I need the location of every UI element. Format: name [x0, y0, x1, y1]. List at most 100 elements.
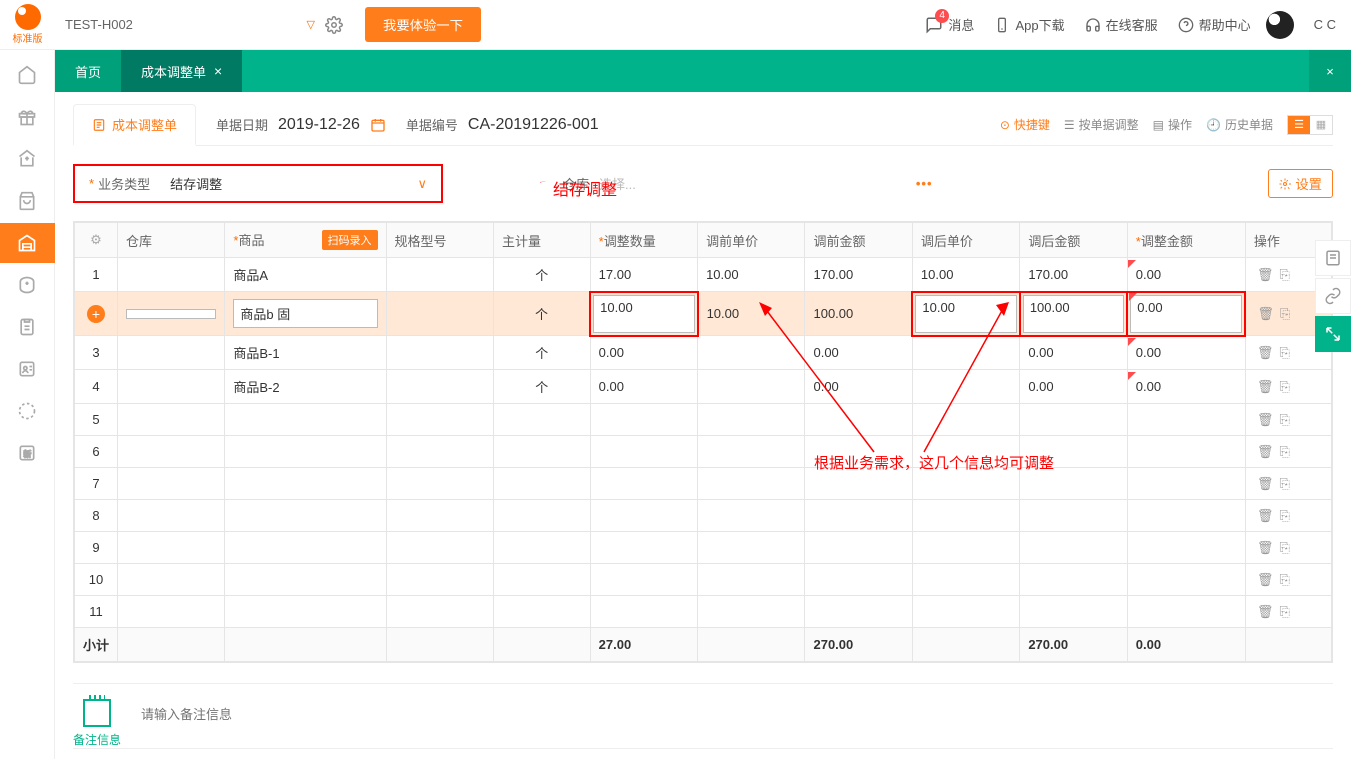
close-tab-icon[interactable]: ×: [214, 63, 222, 79]
doc-title-tab[interactable]: 成本调整单: [73, 104, 196, 146]
warehouse-cell[interactable]: [126, 309, 216, 319]
nav-home-icon[interactable]: [17, 65, 37, 85]
copy-row-icon[interactable]: ⎘: [1279, 412, 1289, 427]
settings-gear-icon[interactable]: [325, 16, 365, 34]
nav-user-card-icon[interactable]: [17, 359, 37, 379]
adjust-amount-input[interactable]: 0.00: [1130, 295, 1242, 333]
copy-row-icon[interactable]: ⎘: [1279, 476, 1289, 491]
col-before-price[interactable]: 调前单价: [698, 223, 805, 258]
remarks-icon: [83, 699, 111, 727]
tab-cost-adjust[interactable]: 成本调整单 ×: [121, 50, 242, 92]
logo[interactable]: 标准版: [0, 4, 55, 45]
annotation-text-1: 结存调整: [553, 176, 617, 200]
table-row[interactable]: 10🗑⎘: [75, 564, 1332, 596]
table-row[interactable]: 11🗑⎘: [75, 596, 1332, 628]
col-warehouse[interactable]: 仓库: [117, 223, 224, 258]
row-settings-icon[interactable]: ⚙: [75, 223, 118, 258]
col-spec[interactable]: 规格型号: [386, 223, 493, 258]
right-tool-rail: [1315, 240, 1351, 352]
remarks-section: 备注信息: [73, 683, 1333, 748]
user-name[interactable]: C C: [1314, 17, 1336, 32]
after-price-input[interactable]: 10.00: [915, 295, 1016, 333]
document-header: 成本调整单 单据日期 2019-12-26 单据编号 CA-20191226-0…: [73, 104, 1333, 146]
operate-action[interactable]: ▤操作: [1153, 116, 1192, 133]
delete-row-icon[interactable]: 🗑: [1257, 444, 1274, 459]
copy-row-icon[interactable]: ⎘: [1280, 306, 1290, 321]
delete-row-icon[interactable]: 🗑: [1257, 604, 1274, 619]
table-row[interactable]: 3商品B-1个0.000.000.000.00🗑⎘: [75, 336, 1332, 370]
delete-row-icon[interactable]: 🗑: [1257, 306, 1274, 321]
customer-service-link[interactable]: 在线客服: [1085, 15, 1158, 34]
nav-new-icon[interactable]: 新: [17, 443, 37, 463]
messages-link[interactable]: 消息 4: [925, 15, 974, 34]
table-row[interactable]: 7🗑⎘: [75, 468, 1332, 500]
view-toggle[interactable]: ☰▦: [1287, 115, 1333, 135]
close-all-tabs-icon[interactable]: ×: [1309, 50, 1351, 92]
nav-house-up-icon[interactable]: [17, 149, 37, 169]
copy-row-icon[interactable]: ⎘: [1279, 267, 1289, 282]
product-cell[interactable]: 商品b 固: [233, 299, 377, 328]
copy-row-icon[interactable]: ⎘: [1279, 379, 1289, 394]
expand-tool-icon[interactable]: [1315, 316, 1351, 352]
table-row[interactable]: 6🗑⎘: [75, 436, 1332, 468]
copy-row-icon[interactable]: ⎘: [1279, 345, 1289, 360]
tab-bar: 首页 成本调整单 × ×: [55, 50, 1351, 92]
table-row[interactable]: 5🗑⎘: [75, 404, 1332, 436]
nav-clipboard-icon[interactable]: [17, 317, 37, 337]
copy-row-icon[interactable]: ⎘: [1279, 572, 1289, 587]
table-row[interactable]: 8🗑⎘: [75, 500, 1332, 532]
col-product[interactable]: *商品扫码录入: [225, 223, 386, 258]
col-adjust-amount[interactable]: *调整金额: [1127, 223, 1245, 258]
copy-row-icon[interactable]: ⎘: [1279, 444, 1289, 459]
table-row[interactable]: +商品b 固个10.0010.00100.0010.00100.000.00🗑⎘: [75, 292, 1332, 336]
col-before-amount[interactable]: 调前金额: [805, 223, 912, 258]
shortcut-action[interactable]: ⊙快捷键: [1000, 116, 1050, 133]
by-order-action[interactable]: ☰按单据调整: [1064, 116, 1139, 133]
remarks-input[interactable]: [141, 699, 1333, 730]
copy-row-icon[interactable]: ⎘: [1279, 508, 1289, 523]
delete-row-icon[interactable]: 🗑: [1257, 379, 1274, 394]
settings-button[interactable]: 设置: [1268, 169, 1333, 198]
calendar-icon[interactable]: [370, 117, 386, 133]
table-row[interactable]: 9🗑⎘: [75, 532, 1332, 564]
help-center-link[interactable]: 帮助中心: [1178, 15, 1251, 34]
history-action[interactable]: 🕘历史单据: [1206, 116, 1273, 133]
delete-row-icon[interactable]: 🗑: [1257, 345, 1274, 360]
tab-home[interactable]: 首页: [55, 50, 121, 92]
app-download-link[interactable]: App下载: [994, 15, 1064, 34]
qty-input[interactable]: 10.00: [593, 295, 694, 333]
nav-bag-icon[interactable]: [17, 191, 37, 211]
table-row[interactable]: 4商品B-2个0.000.000.000.00🗑⎘: [75, 370, 1332, 404]
business-type-select[interactable]: * 业务类型 结存调整 ∨: [73, 164, 443, 203]
try-button[interactable]: 我要体验一下: [365, 7, 481, 42]
col-after-amount[interactable]: 调后金额: [1020, 223, 1127, 258]
table-row[interactable]: 1商品A个17.0010.00170.0010.00170.000.00🗑⎘: [75, 258, 1332, 292]
delete-row-icon[interactable]: 🗑: [1257, 572, 1274, 587]
user-avatar[interactable]: [1266, 11, 1294, 39]
svg-text:新: 新: [24, 448, 32, 458]
col-after-price[interactable]: 调后单价: [912, 223, 1019, 258]
date-label: 单据日期: [216, 115, 268, 134]
more-dots-icon[interactable]: •••: [916, 176, 933, 191]
link-tool-icon[interactable]: [1315, 278, 1351, 314]
chevron-down-icon: ▽: [307, 18, 315, 31]
nav-warehouse-icon[interactable]: [0, 223, 55, 263]
note-tool-icon[interactable]: [1315, 240, 1351, 276]
delete-row-icon[interactable]: 🗑: [1257, 412, 1274, 427]
nav-cycle-icon[interactable]: [17, 401, 37, 421]
col-unit[interactable]: 主计量: [493, 223, 590, 258]
scan-input-tag[interactable]: 扫码录入: [322, 230, 378, 250]
col-qty[interactable]: *调整数量: [590, 223, 697, 258]
nav-gift-icon[interactable]: [17, 107, 37, 127]
add-row-icon[interactable]: +: [87, 305, 105, 323]
date-value[interactable]: 2019-12-26: [278, 116, 360, 134]
delete-row-icon[interactable]: 🗑: [1257, 508, 1274, 523]
nav-money-icon[interactable]: [17, 275, 37, 295]
delete-row-icon[interactable]: 🗑: [1257, 476, 1274, 491]
delete-row-icon[interactable]: 🗑: [1257, 267, 1274, 282]
copy-row-icon[interactable]: ⎘: [1279, 540, 1289, 555]
after-amount-input[interactable]: 100.00: [1023, 295, 1124, 333]
copy-row-icon[interactable]: ⎘: [1279, 604, 1289, 619]
account-select[interactable]: TEST-H002 ▽: [55, 17, 325, 32]
delete-row-icon[interactable]: 🗑: [1257, 540, 1274, 555]
